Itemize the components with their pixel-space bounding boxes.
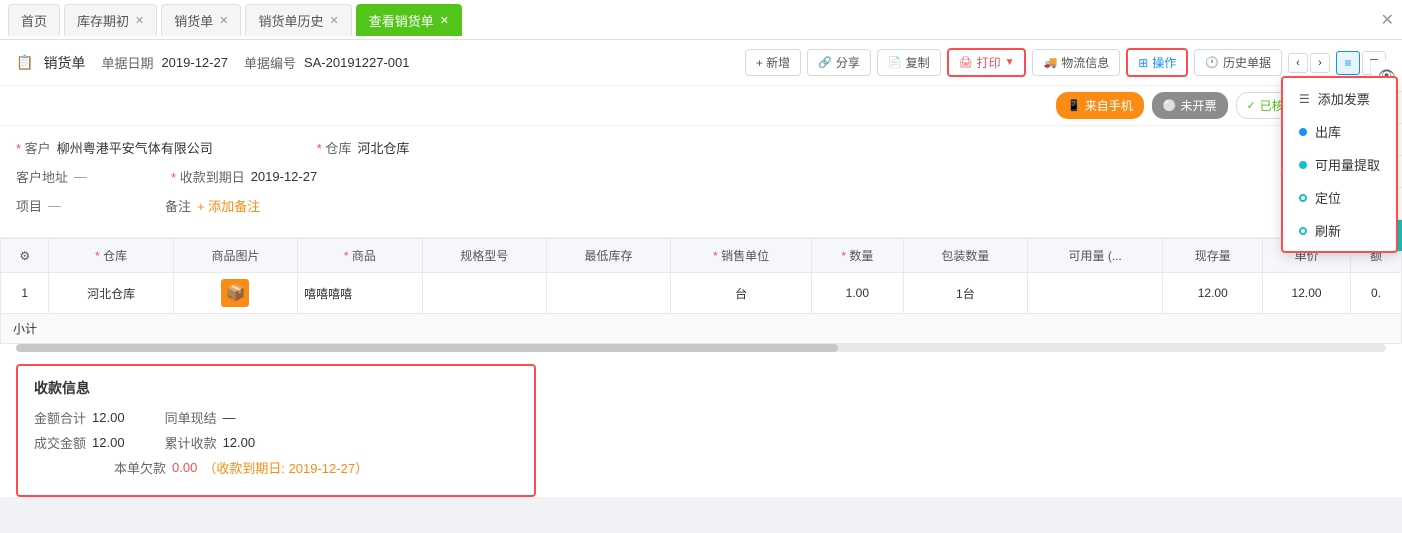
close-inventory-tab[interactable]: ✕ [135,14,144,27]
project-field: 项目 — [16,196,61,215]
ops-button[interactable]: ⊞ 操作 [1126,48,1188,77]
form-row-3: 项目 — 备注 + 添加备注 业务员孟 — [16,196,1386,215]
row-no: 1 [1,273,49,314]
address-field: 客户地址 — [16,167,87,186]
col-pack-qty: 包装数量 [903,239,1027,273]
row-amount: 0. [1350,273,1401,314]
prev-arrow[interactable]: ‹ [1288,53,1308,73]
next-arrow[interactable]: › [1310,53,1330,73]
customer-field: 客户 柳州粤港平安气体有限公司 [16,138,213,157]
row-stock: 12.00 [1163,273,1263,314]
toolbar-right: + 新增 🔗 分享 📄 复制 🖨 打印 ▼ 🚚 物流信息 ⊞ 操作 [745,48,1386,77]
tab-view-sales[interactable]: 查看销货单 ✕ [356,4,462,36]
doc-number-meta: 单据编号 SA-20191227-001 [244,53,410,72]
locate-circle [1299,194,1307,202]
total-amount-field: 金额合计 12.00 [34,408,125,427]
row-product: 嘻嘻嘻嘻 [298,273,422,314]
payment-section: 收款信息 金额合计 12.00 同单现结 — 成交金额 12.00 累计收款 1… [16,364,536,497]
tab-sales-order[interactable]: 销货单 ✕ [161,4,241,36]
col-unit: 销售单位 [671,239,812,273]
product-table: ⚙ 仓库 商品图片 商品 规格型号 最低库存 销售单位 数量 包装数量 可用量 … [0,238,1402,344]
col-product: 商品 [298,239,422,273]
due-note: （收款到期日: 2019-12-27） [203,458,368,477]
col-qty: 数量 [811,239,903,273]
add-invoice-icon: ☰ [1299,92,1310,106]
same-order-field: 同单现结 — [165,408,236,427]
scroll-bar-area[interactable] [16,344,1386,352]
form-row-1: 客户 柳州粤港平安气体有限公司 仓库 河北仓库 业务员 演示账号 [16,138,1386,157]
due-field: 本单欠款 0.00 （收款到期日: 2019-12-27） [114,458,368,477]
form-section: 客户 柳州粤港平安气体有限公司 仓库 河北仓库 业务员 演示账号 客户地址 — … [0,126,1402,238]
col-settings[interactable]: ⚙ [1,239,49,273]
add-invoice-item[interactable]: ☰ 添加发票 [1283,82,1396,115]
row-price: 12.00 [1263,273,1351,314]
tab-home[interactable]: 首页 [8,4,60,36]
refresh-item[interactable]: 刷新 [1283,214,1396,247]
product-thumbnail: 📦 [221,279,249,307]
tab-inventory-init[interactable]: 库存期初 ✕ [64,4,157,36]
new-button[interactable]: + 新增 [745,49,801,76]
phone-button[interactable]: 📱 来自手机 [1056,92,1144,119]
row-spec [422,273,546,314]
history-button[interactable]: 🕐 历史单据 [1194,49,1282,76]
close-all-button[interactable]: ✕ [1381,10,1394,30]
outbound-item[interactable]: 出库 [1283,115,1396,148]
table-header-row: ⚙ 仓库 商品图片 商品 规格型号 最低库存 销售单位 数量 包装数量 可用量 … [1,239,1402,273]
warehouse-field: 仓库 河北仓库 [317,138,410,157]
due-date-field: 收款到期日 2019-12-27 [171,167,317,186]
doc-title: 销货单 [43,53,85,73]
doc-icon: 📋 [16,54,33,71]
col-image: 商品图片 [173,239,297,273]
tab-bar: 首页 库存期初 ✕ 销货单 ✕ 销货单历史 ✕ 查看销货单 ✕ ✕ [0,0,1402,40]
sub-toolbar: 📱 来自手机 ⚪ 未开票 ✓ 已核销 ✓ 已生效 [0,86,1402,126]
subtotal-row: 小计 [1,314,1402,344]
payment-title: 收款信息 [34,378,518,398]
invoice-status-button[interactable]: ⚪ 未开票 [1152,92,1228,119]
payment-row-3: 本单欠款 0.00 （收款到期日: 2019-12-27） [34,458,518,477]
copy-button[interactable]: 📄 复制 [877,49,941,76]
payment-row-1: 金额合计 12.00 同单现结 — [34,408,518,427]
doc-meta: 单据日期 2019-12-27 [101,53,228,72]
transaction-field: 成交金额 12.00 [34,433,125,452]
outbound-dot [1299,128,1307,136]
qty-extract-item[interactable]: 可用量提取 [1283,148,1396,181]
col-min-stock: 最低库存 [546,239,670,273]
row-warehouse: 河北仓库 [49,273,173,314]
scroll-thumb [16,344,838,352]
row-image: 📦 [173,273,297,314]
col-stock: 现存量 [1163,239,1263,273]
payment-row-2: 成交金额 12.00 累计收款 12.00 [34,433,518,452]
close-view-sales-tab[interactable]: ✕ [440,14,449,27]
doc-header: 📋 销货单 单据日期 2019-12-27 单据编号 SA-20191227-0… [0,40,1402,86]
list-view-btn[interactable]: ≡ [1336,51,1360,75]
main-content: 📋 销货单 单据日期 2019-12-27 单据编号 SA-20191227-0… [0,40,1402,497]
note-field: 备注 + 添加备注 [165,196,260,215]
subtotal-label: 小计 [1,314,1402,344]
row-unit: 台 [671,273,812,314]
row-qty: 1.00 [811,273,903,314]
col-spec: 规格型号 [422,239,546,273]
close-sales-tab[interactable]: ✕ [219,14,228,27]
logistics-button[interactable]: 🚚 物流信息 [1032,49,1120,76]
row-min-stock [546,273,670,314]
col-warehouse: 仓库 [49,239,173,273]
locate-item[interactable]: 定位 [1283,181,1396,214]
print-button[interactable]: 🖨 打印 ▼ [947,48,1027,77]
cumulative-field: 累计收款 12.00 [165,433,256,452]
tab-sales-history[interactable]: 销货单历史 ✕ [245,4,351,36]
row-available [1028,273,1163,314]
refresh-circle [1299,227,1307,235]
qty-extract-dot [1299,161,1307,169]
table-wrap: ⚙ 仓库 商品图片 商品 规格型号 最低库存 销售单位 数量 包装数量 可用量 … [0,238,1402,344]
add-note-btn[interactable]: + 添加备注 [197,196,260,215]
form-row-2: 客户地址 — 收款到期日 2019-12-27 票据类型 不开票 [16,167,1386,186]
nav-arrows: ‹ › [1288,53,1330,73]
table-row: 1 河北仓库 📦 嘻嘻嘻嘻 台 1.00 1台 12.00 12.00 0. [1,273,1402,314]
row-pack-qty: 1台 [903,273,1027,314]
col-available: 可用量 (... [1028,239,1163,273]
share-button[interactable]: 🔗 分享 [807,49,871,76]
ops-dropdown-menu: ☰ 添加发票 出库 可用量提取 定位 刷新 [1281,76,1398,253]
close-history-tab[interactable]: ✕ [330,14,339,27]
